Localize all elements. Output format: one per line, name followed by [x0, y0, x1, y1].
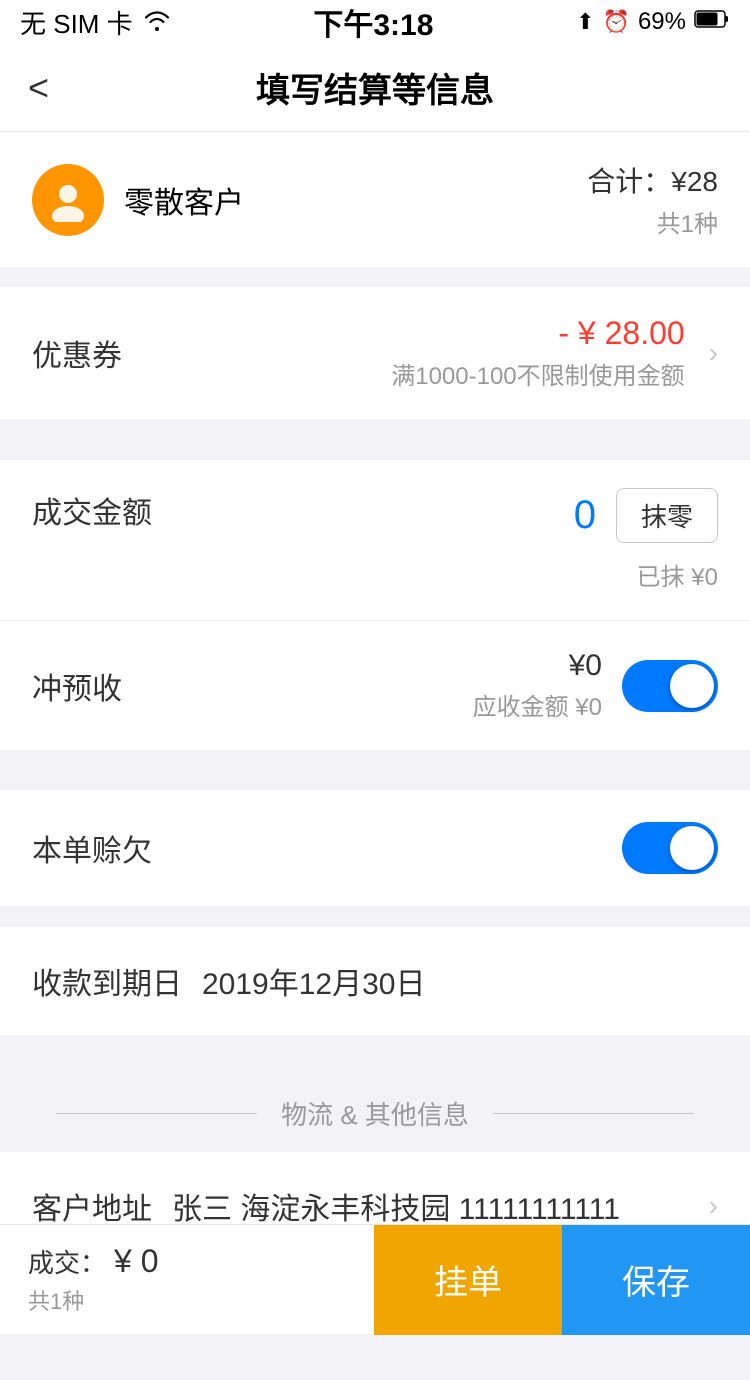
time-display: 下午3:18 — [313, 0, 433, 44]
content-area: 零散客户 合计：¥28 共1种 优惠券 - ¥ 28.00 满1000-100不… — [0, 132, 750, 1380]
prepayment-main-amount: ¥0 — [473, 649, 602, 683]
customer-name: 零散客户 — [124, 178, 244, 222]
status-bar: 无 SIM 卡 下午3:18 ⬆ ⏰ 69% — [0, 0, 750, 44]
transaction-amount-value[interactable]: 0 — [546, 493, 596, 538]
address-label: 客户地址 — [32, 1184, 152, 1228]
prepayment-label: 冲预收 — [32, 664, 122, 708]
coupon-row[interactable]: 优惠券 - ¥ 28.00 满1000-100不限制使用金额 › — [0, 287, 750, 420]
transaction-amount-row: 成交金额 0 抹零 已抹 ¥0 — [0, 460, 750, 621]
debt-label: 本单赊欠 — [32, 826, 152, 870]
round-button[interactable]: 抹零 — [616, 488, 718, 543]
separator-2 — [0, 770, 750, 790]
chevron-right-icon-address: › — [709, 1190, 718, 1222]
customer-total: 合计：¥28 共1种 — [587, 160, 718, 239]
debt-row: 本单赊欠 — [0, 790, 750, 906]
carrier-text: 无 SIM 卡 — [20, 4, 133, 41]
page-title: 填写结算等信息 — [256, 63, 494, 112]
customer-row: 零散客户 合计：¥28 共1种 — [0, 132, 750, 267]
due-date-value: 2019年12月30日 — [202, 959, 425, 1003]
summary-count: 共1种 — [28, 1284, 346, 1316]
battery-icon — [694, 8, 730, 36]
logistics-divider: 物流 & 其他信息 — [0, 1075, 750, 1152]
rounded-amount-sub: 已抹 ¥0 — [637, 557, 718, 592]
separator-3 — [0, 1055, 750, 1075]
avatar — [32, 164, 104, 236]
wifi-icon — [143, 7, 171, 38]
divider-line-left — [56, 1113, 257, 1114]
save-button[interactable]: 保存 — [562, 1225, 750, 1335]
due-date-row: 收款到期日 2019年12月30日 — [0, 926, 750, 1035]
location-icon: ⬆ — [576, 9, 594, 35]
battery-text: 69% — [638, 8, 686, 36]
summary-amount: ¥ 0 — [114, 1243, 158, 1280]
coupon-right: - ¥ 28.00 满1000-100不限制使用金额 › — [391, 315, 718, 391]
customer-left: 零散客户 — [32, 164, 244, 236]
status-right: ⬆ ⏰ 69% — [576, 8, 730, 36]
prepayment-amounts: ¥0 应收金额 ¥0 — [473, 649, 602, 722]
prepayment-toggle[interactable] — [622, 660, 718, 712]
back-button[interactable]: < — [28, 67, 49, 109]
prepayment-row: 冲预收 ¥0 应收金额 ¥0 — [0, 621, 750, 750]
address-value: 张三 海淀永丰科技园 11111111111 — [172, 1184, 701, 1228]
coupon-section: 优惠券 - ¥ 28.00 满1000-100不限制使用金额 › — [0, 287, 750, 420]
address-chevron: › — [701, 1190, 718, 1222]
logistics-label: 物流 & 其他信息 — [281, 1095, 469, 1132]
coupon-detail: - ¥ 28.00 满1000-100不限制使用金额 — [391, 315, 684, 391]
prepayment-sub-amount: 应收金额 ¥0 — [473, 687, 602, 722]
transaction-amount-label: 成交金额 — [32, 488, 152, 532]
separator-1 — [0, 440, 750, 460]
nav-bar: < 填写结算等信息 — [0, 44, 750, 132]
coupon-description: 满1000-100不限制使用金额 — [391, 356, 684, 391]
status-left: 无 SIM 卡 — [20, 4, 171, 41]
pending-button[interactable]: 挂单 — [374, 1225, 562, 1335]
summary-label: 成交： — [28, 1243, 106, 1280]
divider-line-right — [493, 1113, 694, 1114]
prepayment-right: ¥0 应收金额 ¥0 — [473, 649, 718, 722]
payment-section: 成交金额 0 抹零 已抹 ¥0 冲预收 ¥0 应收金额 ¥0 — [0, 460, 750, 750]
debt-toggle[interactable] — [622, 822, 718, 874]
due-date-label: 收款到期日 — [32, 959, 182, 1003]
alarm-icon: ⏰ — [603, 9, 630, 35]
chevron-right-icon: › — [709, 337, 718, 369]
total-amount: 合计：¥28 — [587, 160, 718, 200]
bottom-summary: 成交： ¥ 0 共1种 — [0, 1243, 374, 1316]
coupon-label: 优惠券 — [32, 331, 122, 375]
total-count: 共1种 — [587, 204, 718, 239]
coupon-amount: - ¥ 28.00 — [391, 315, 684, 352]
bottom-bar: 成交： ¥ 0 共1种 挂单 保存 — [0, 1224, 750, 1334]
